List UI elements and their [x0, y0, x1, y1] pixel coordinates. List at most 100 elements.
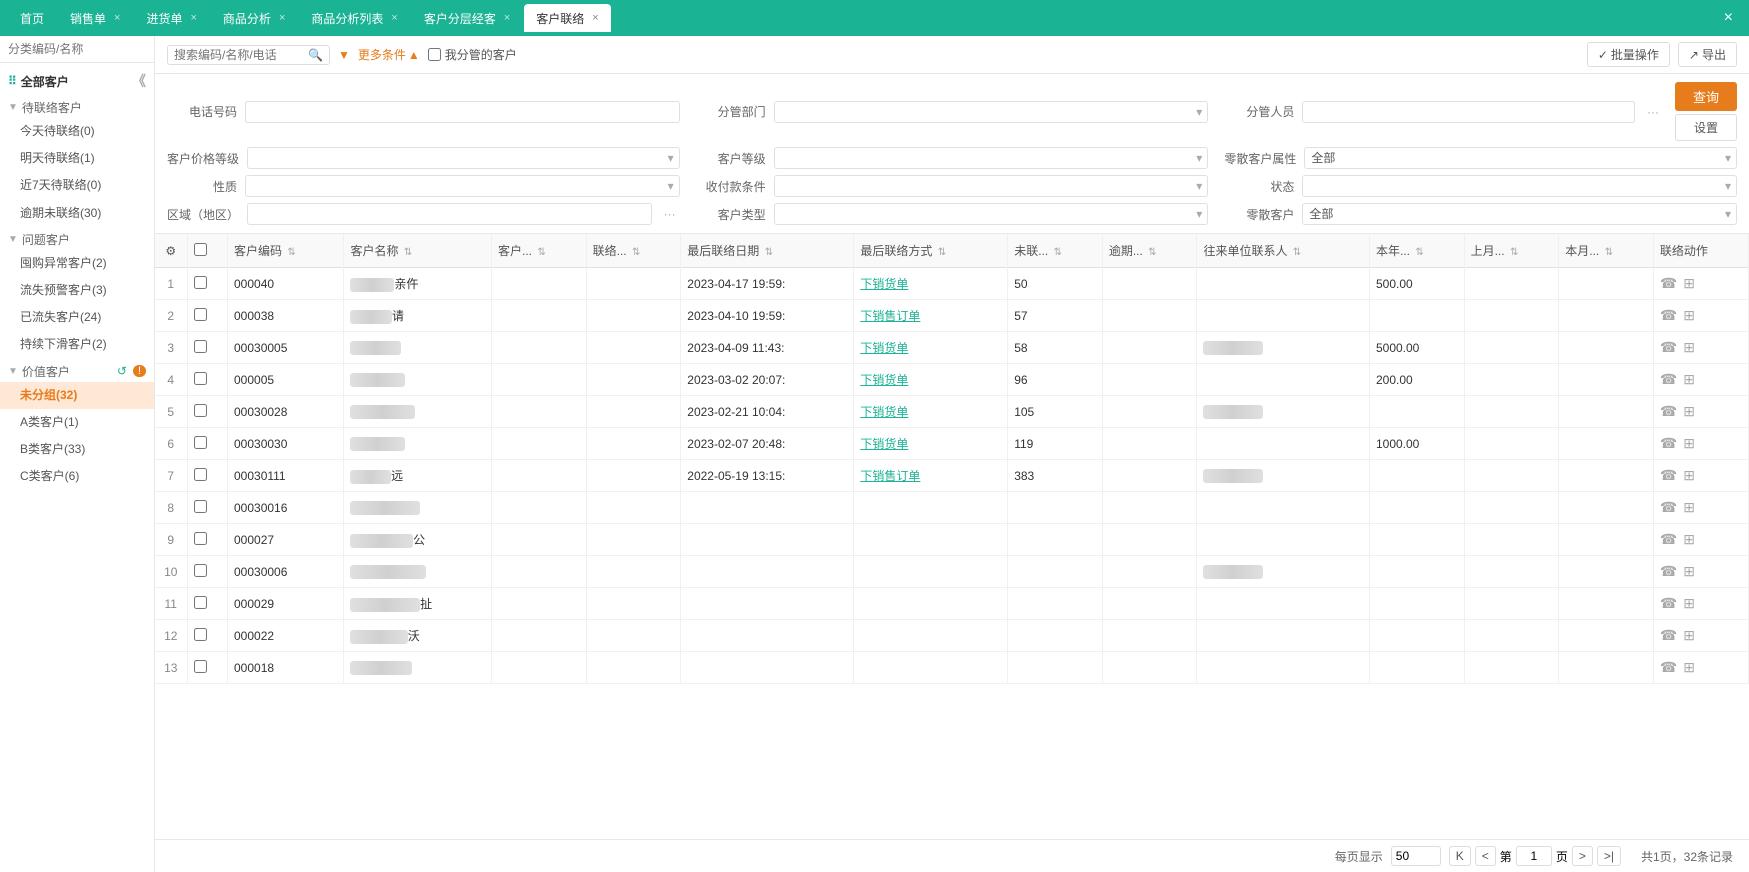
batch-operations-button[interactable]: ✓ 批量操作 [1587, 42, 1670, 67]
th-partner-contact[interactable]: 往来单位联系人 ⇅ [1197, 234, 1370, 268]
tab-goods-list[interactable]: 商品分析列表 × [299, 4, 409, 32]
more-action-icon[interactable]: ⊞ [1683, 499, 1695, 516]
sidebar-item-b-class[interactable]: B类客户(33) [0, 436, 154, 463]
more-action-icon[interactable]: ⊞ [1683, 563, 1695, 580]
sidebar-item-ungroup[interactable]: 未分组(32) [0, 382, 154, 409]
cell-check[interactable] [187, 268, 228, 300]
row-checkbox[interactable] [194, 308, 207, 321]
close-goods-analysis-tab[interactable]: × [279, 12, 285, 24]
cell-last-contact-method[interactable]: 下销货单 [854, 396, 1008, 428]
more-action-icon[interactable]: ⊞ [1683, 275, 1695, 292]
group-problem-customers[interactable]: ▼ 问题客户 [0, 227, 154, 250]
dept-select[interactable] [774, 101, 1209, 123]
prev-page-button[interactable]: < [1475, 846, 1496, 866]
contact-method-link[interactable]: 下销货单 [860, 277, 908, 291]
more-action-icon[interactable]: ⊞ [1683, 467, 1695, 484]
more-action-icon[interactable]: ⊞ [1683, 531, 1695, 548]
cell-last-contact-method[interactable]: 下销售订单 [854, 300, 1008, 332]
th-code[interactable]: 客户编码 ⇅ [228, 234, 344, 268]
export-button[interactable]: ↗ 导出 [1678, 42, 1737, 67]
status-select[interactable] [1302, 175, 1737, 197]
phone-action-icon[interactable]: ☎ [1660, 499, 1677, 516]
phone-action-icon[interactable]: ☎ [1660, 371, 1677, 388]
select-all-checkbox[interactable] [194, 243, 207, 256]
close-purchase-tab[interactable]: × [190, 12, 196, 24]
phone-action-icon[interactable]: ☎ [1660, 403, 1677, 420]
row-checkbox[interactable] [194, 468, 207, 481]
cell-last-contact-method[interactable] [854, 588, 1008, 620]
th-contact[interactable]: 联络... ⇅ [586, 234, 681, 268]
row-checkbox[interactable] [194, 564, 207, 577]
th-not-contacted[interactable]: 未联... ⇅ [1008, 234, 1103, 268]
cell-last-contact-method[interactable] [854, 620, 1008, 652]
contact-method-link[interactable]: 下销货单 [860, 437, 908, 451]
cell-check[interactable] [187, 556, 228, 588]
more-action-icon[interactable]: ⊞ [1683, 595, 1695, 612]
th-last-contact-date[interactable]: 最后联络日期 ⇅ [681, 234, 854, 268]
phone-action-icon[interactable]: ☎ [1660, 467, 1677, 484]
cell-last-contact-method[interactable]: 下销货单 [854, 364, 1008, 396]
contact-method-link[interactable]: 下销货单 [860, 405, 908, 419]
more-action-icon[interactable]: ⊞ [1683, 659, 1695, 676]
cell-check[interactable] [187, 460, 228, 492]
sidebar-item-tomorrow[interactable]: 明天待联络(1) [0, 145, 154, 172]
more-action-icon[interactable]: ⊞ [1683, 371, 1695, 388]
phone-action-icon[interactable]: ☎ [1660, 435, 1677, 452]
customer-type-select[interactable] [774, 203, 1209, 225]
phone-action-icon[interactable]: ☎ [1660, 563, 1677, 580]
contact-method-link[interactable]: 下销售订单 [860, 469, 920, 483]
close-all-icon[interactable]: × [1716, 9, 1741, 26]
sidebar-item-lost[interactable]: 已流失客户(24) [0, 304, 154, 331]
cell-check[interactable] [187, 652, 228, 684]
region-input[interactable] [247, 203, 652, 225]
nav-close-all[interactable]: × [1716, 9, 1741, 27]
row-checkbox[interactable] [194, 628, 207, 641]
cell-check[interactable] [187, 620, 228, 652]
sidebar-item-abnormal[interactable]: 囤购异常客户(2) [0, 250, 154, 277]
tab-customer-contact[interactable]: 客户联络 × [524, 4, 610, 32]
th-name[interactable]: 客户名称 ⇅ [344, 234, 492, 268]
cell-last-contact-method[interactable]: 下销货单 [854, 332, 1008, 364]
sidebar-item-overdue[interactable]: 逾期未联络(30) [0, 200, 154, 227]
close-customer-contact-tab[interactable]: × [592, 12, 598, 24]
row-checkbox[interactable] [194, 404, 207, 417]
group-pending-contact[interactable]: ▼ 待联络客户 [0, 95, 154, 118]
cell-last-contact-method[interactable]: 下销售订单 [854, 460, 1008, 492]
sidebar-item-warning[interactable]: 流失预警客户(3) [0, 277, 154, 304]
tab-home[interactable]: 首页 [8, 4, 56, 32]
row-checkbox[interactable] [194, 340, 207, 353]
th-last-month[interactable]: 上月... ⇅ [1464, 234, 1559, 268]
phone-action-icon[interactable]: ☎ [1660, 339, 1677, 356]
row-checkbox[interactable] [194, 372, 207, 385]
next-page-button[interactable]: > [1572, 846, 1593, 866]
cell-check[interactable] [187, 332, 228, 364]
cell-check[interactable] [187, 492, 228, 524]
page-size-input[interactable] [1391, 846, 1441, 866]
retail-customer-select[interactable]: 全部 [1302, 203, 1737, 225]
person-input[interactable] [1302, 101, 1635, 123]
close-customer-layer-tab[interactable]: × [504, 12, 510, 24]
row-checkbox[interactable] [194, 532, 207, 545]
row-checkbox[interactable] [194, 660, 207, 673]
th-this-year[interactable]: 本年... ⇅ [1369, 234, 1464, 268]
more-action-icon[interactable]: ⊞ [1683, 403, 1695, 420]
phone-action-icon[interactable]: ☎ [1660, 307, 1677, 324]
cell-check[interactable] [187, 588, 228, 620]
sidebar-item-7days[interactable]: 近7天待联络(0) [0, 172, 154, 199]
more-action-icon[interactable]: ⊞ [1683, 627, 1695, 644]
close-goods-list-tab[interactable]: × [391, 12, 397, 24]
cell-check[interactable] [187, 428, 228, 460]
phone-input[interactable] [245, 101, 680, 123]
query-button[interactable]: 查询 [1675, 82, 1737, 111]
row-checkbox[interactable] [194, 596, 207, 609]
contact-method-link[interactable]: 下销售订单 [860, 309, 920, 323]
cell-check[interactable] [187, 300, 228, 332]
search-input[interactable] [174, 48, 304, 62]
contact-method-link[interactable]: 下销货单 [860, 341, 908, 355]
cell-check[interactable] [187, 396, 228, 428]
collapse-icon[interactable]: 《 [132, 71, 146, 91]
person-more-icon[interactable]: ··· [1643, 105, 1663, 119]
cell-last-contact-method[interactable] [854, 524, 1008, 556]
refresh-icon[interactable]: ↺ [117, 364, 127, 378]
nature-select[interactable] [245, 175, 680, 197]
